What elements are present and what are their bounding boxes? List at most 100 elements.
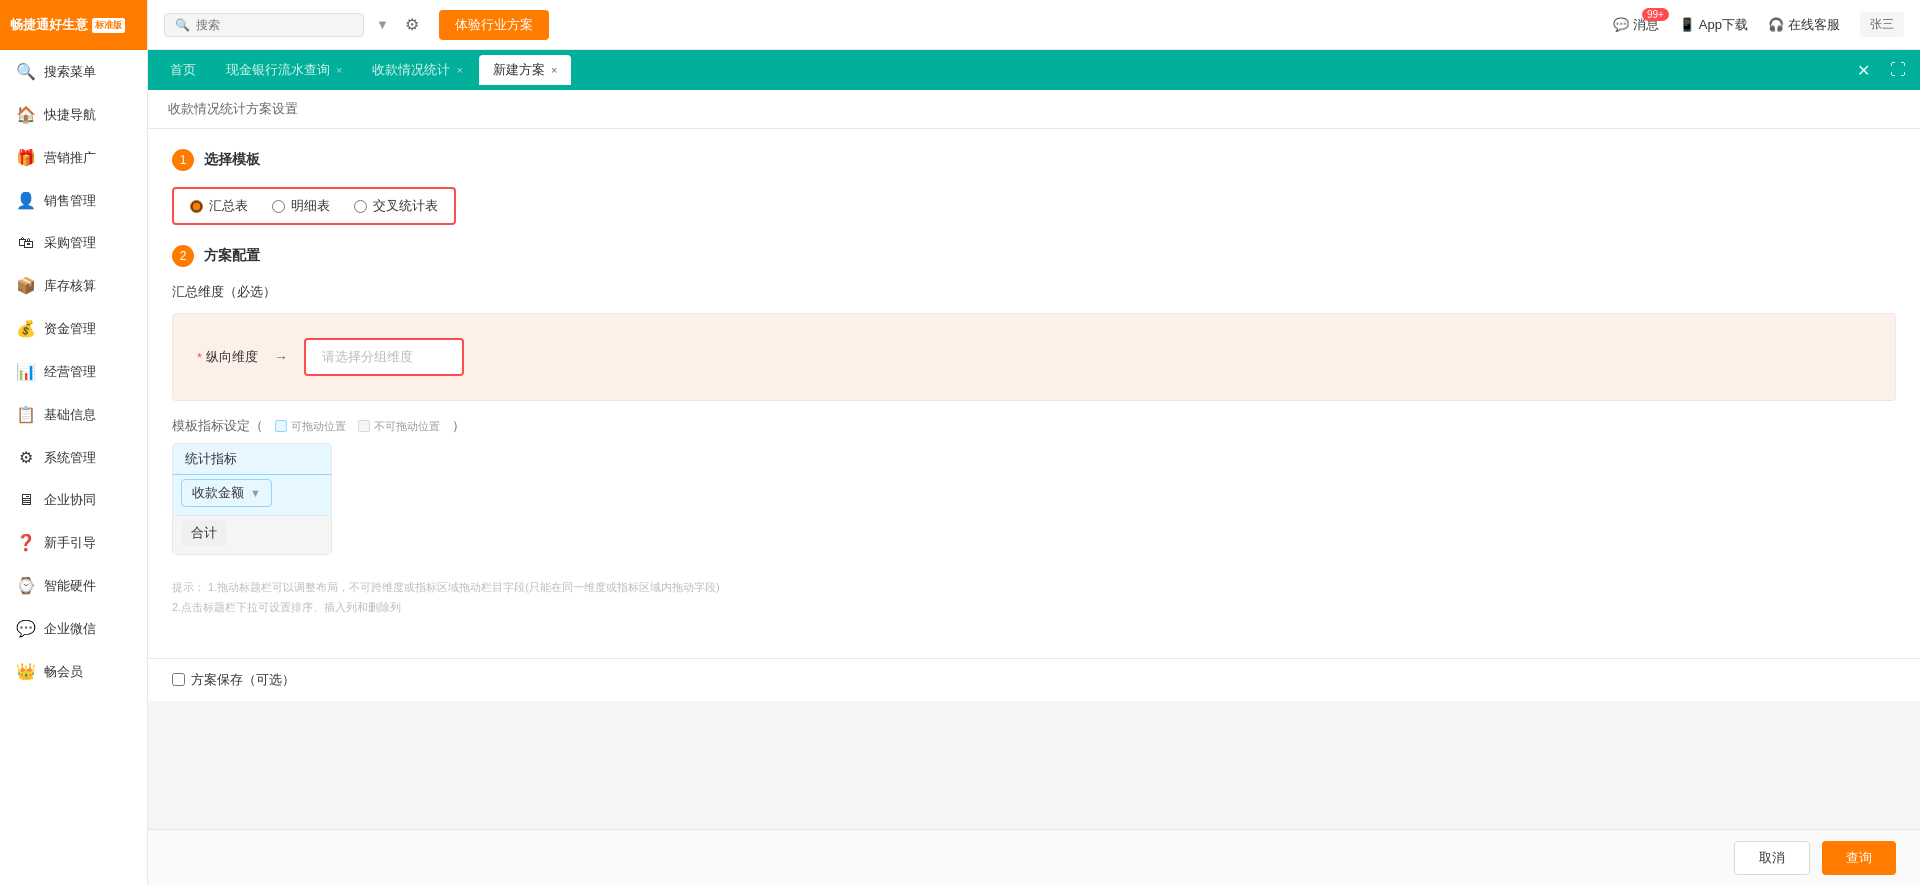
search-box[interactable]: 🔍 [164,13,364,37]
metrics-title-text: 模板指标设定（ [172,417,263,435]
sidebar-item-search-menu[interactable]: 🔍 搜索菜单 [0,50,147,93]
online-service-item[interactable]: 🎧 在线客服 [1768,16,1840,34]
user-icon: 👤 [16,191,36,210]
chip-dropdown-icon: ▼ [250,487,261,499]
dropdown-arrow-icon[interactable]: ▼ [376,17,389,32]
sidebar-item-purchase[interactable]: 🛍 采购管理 [0,222,147,264]
funds-icon: 💰 [16,319,36,338]
sidebar-item-corp-collab[interactable]: 🖥 企业协同 [0,479,147,521]
notification-item[interactable]: 💬 消息 99+ [1613,16,1659,34]
search-icon: 🔍 [175,18,190,32]
phone-icon: 📱 [1679,17,1695,32]
app-download-item[interactable]: 📱 App下载 [1679,16,1748,34]
metrics-table: 统计指标 收款金额 ▼ 合计 [172,443,332,555]
sidebar-item-corp-wechat[interactable]: 💬 企业微信 [0,607,147,650]
radio-detail[interactable]: 明细表 [272,197,330,215]
user-info[interactable]: 张三 [1860,12,1904,37]
industry-plan-button[interactable]: 体验行业方案 [439,10,549,40]
amount-chip[interactable]: 收款金额 ▼ [181,479,272,507]
close-window-icon[interactable]: ✕ [1851,59,1876,82]
sidebar-item-label: 营销推广 [44,149,96,167]
sidebar-item-sys-mgmt[interactable]: ⚙ 系统管理 [0,436,147,479]
closing-paren: ） [452,417,465,435]
sidebar-item-marketing[interactable]: 🎁 营销推广 [0,136,147,179]
sidebar-item-quick-nav[interactable]: 🏠 快捷导航 [0,93,147,136]
expand-window-icon[interactable]: ⛶ [1884,59,1912,82]
tab-receipt-stats[interactable]: 收款情况统计 × [358,55,476,85]
radio-cross-input[interactable] [354,200,367,213]
sidebar-item-label: 系统管理 [44,449,96,467]
tab-receipt-stats-close-icon[interactable]: × [456,64,462,76]
sidebar-item-label: 基础信息 [44,406,96,424]
step2-number: 2 [172,245,194,267]
logo-badge: 标准版 [92,18,125,33]
home-icon: 🏠 [16,105,36,124]
sidebar-item-operations[interactable]: 📊 经营管理 [0,350,147,393]
metrics-header: 模板指标设定（ 可拖动位置 不可拖动位置 ） [172,417,1896,435]
metrics-group-label: 统计指标 [185,450,237,468]
movable-tag: 可拖动位置 [275,419,346,434]
tab-new-plan[interactable]: 新建方案 × [479,55,571,85]
hint-2: 2.点击标题栏下拉可设置排序、插入列和删除列 [172,598,1896,618]
settings-gear-icon[interactable]: ⚙ [405,15,419,34]
sidebar: 畅捷通好生意 标准版 🔍 搜索菜单 🏠 快捷导航 🎁 营销推广 👤 销售管理 🛍… [0,0,148,885]
sidebar-item-label: 快捷导航 [44,106,96,124]
tab-cash-bank-close-icon[interactable]: × [336,64,342,76]
search-menu-icon: 🔍 [16,62,36,81]
sidebar-item-label: 采购管理 [44,234,96,252]
radio-summary[interactable]: 汇总表 [190,197,248,215]
amount-chip-label: 收款金额 [192,484,244,502]
hints-area: 提示： 1.拖动标题栏可以调整布局，不可跨维度或指标区域拖动栏目字段(只能在同一… [172,578,1896,618]
save-checkbox-input[interactable] [172,673,185,686]
radio-detail-label: 明细表 [291,197,330,215]
search-input[interactable] [196,18,336,32]
sidebar-item-label: 智能硬件 [44,577,96,595]
radio-cross[interactable]: 交叉统计表 [354,197,438,215]
metrics-chip-row: 收款金额 ▼ [173,475,331,515]
sidebar-item-label: 企业微信 [44,620,96,638]
message-icon: 💬 [1613,17,1629,32]
tab-new-plan-close-icon[interactable]: × [551,64,557,76]
sidebar-item-label: 库存核算 [44,277,96,295]
save-option-checkbox[interactable]: 方案保存（可选） [172,671,1896,689]
watch-icon: ⌚ [16,576,36,595]
gift-icon: 🎁 [16,148,36,167]
sidebar-item-funds[interactable]: 💰 资金管理 [0,307,147,350]
step1-number: 1 [172,149,194,171]
dimension-select[interactable]: 请选择分组维度 [304,338,464,376]
sidebar-item-sales[interactable]: 👤 销售管理 [0,179,147,222]
save-option-label: 方案保存（可选） [191,671,295,689]
sidebar-item-label: 销售管理 [44,192,96,210]
cancel-button[interactable]: 取消 [1734,841,1810,875]
radio-detail-input[interactable] [272,200,285,213]
tabbar-actions: ✕ ⛶ [1851,59,1912,82]
sidebar-item-smart-hw[interactable]: ⌚ 智能硬件 [0,564,147,607]
sidebar-item-label: 畅会员 [44,663,83,681]
step2-section: 2 方案配置 汇总维度（必选） * 纵向维度 → 请选择分组维度 [172,245,1896,618]
sidebar-item-basic-info[interactable]: 📋 基础信息 [0,393,147,436]
content-area: 收款情况统计方案设置 1 选择模板 汇总表 明细表 [148,90,1920,829]
sidebar-item-label: 企业协同 [44,491,96,509]
page-title: 收款情况统计方案设置 [148,90,1920,129]
bottom-actions: 取消 查询 [1734,841,1896,875]
clipboard-icon: 📋 [16,405,36,424]
vertical-dimension-label: * 纵向维度 [197,348,258,366]
main-area: 🔍 ▼ ⚙ 体验行业方案 💬 消息 99+ 📱 App下载 🎧 在线客服 张三 [148,0,1920,885]
sidebar-item-vip[interactable]: 👑 畅会员 [0,650,147,693]
help-icon: ❓ [16,533,36,552]
movable-dot-icon [275,420,287,432]
query-button[interactable]: 查询 [1822,841,1896,875]
sidebar-item-label: 新手引导 [44,534,96,552]
notification-badge: 99+ [1642,8,1669,21]
dimension-row: * 纵向维度 → 请选择分组维度 [197,338,1871,376]
step1-title: 选择模板 [204,151,260,169]
tab-cash-bank[interactable]: 现金银行流水查询 × [212,55,356,85]
sidebar-item-beginner[interactable]: ❓ 新手引导 [0,521,147,564]
dimension-area: * 纵向维度 → 请选择分组维度 [172,313,1896,401]
sidebar-item-label: 经营管理 [44,363,96,381]
sidebar-item-label: 资金管理 [44,320,96,338]
radio-summary-input[interactable] [190,200,203,213]
tab-home-label: 首页 [170,61,196,79]
tab-home[interactable]: 首页 [156,55,210,85]
sidebar-item-inventory[interactable]: 📦 库存核算 [0,264,147,307]
